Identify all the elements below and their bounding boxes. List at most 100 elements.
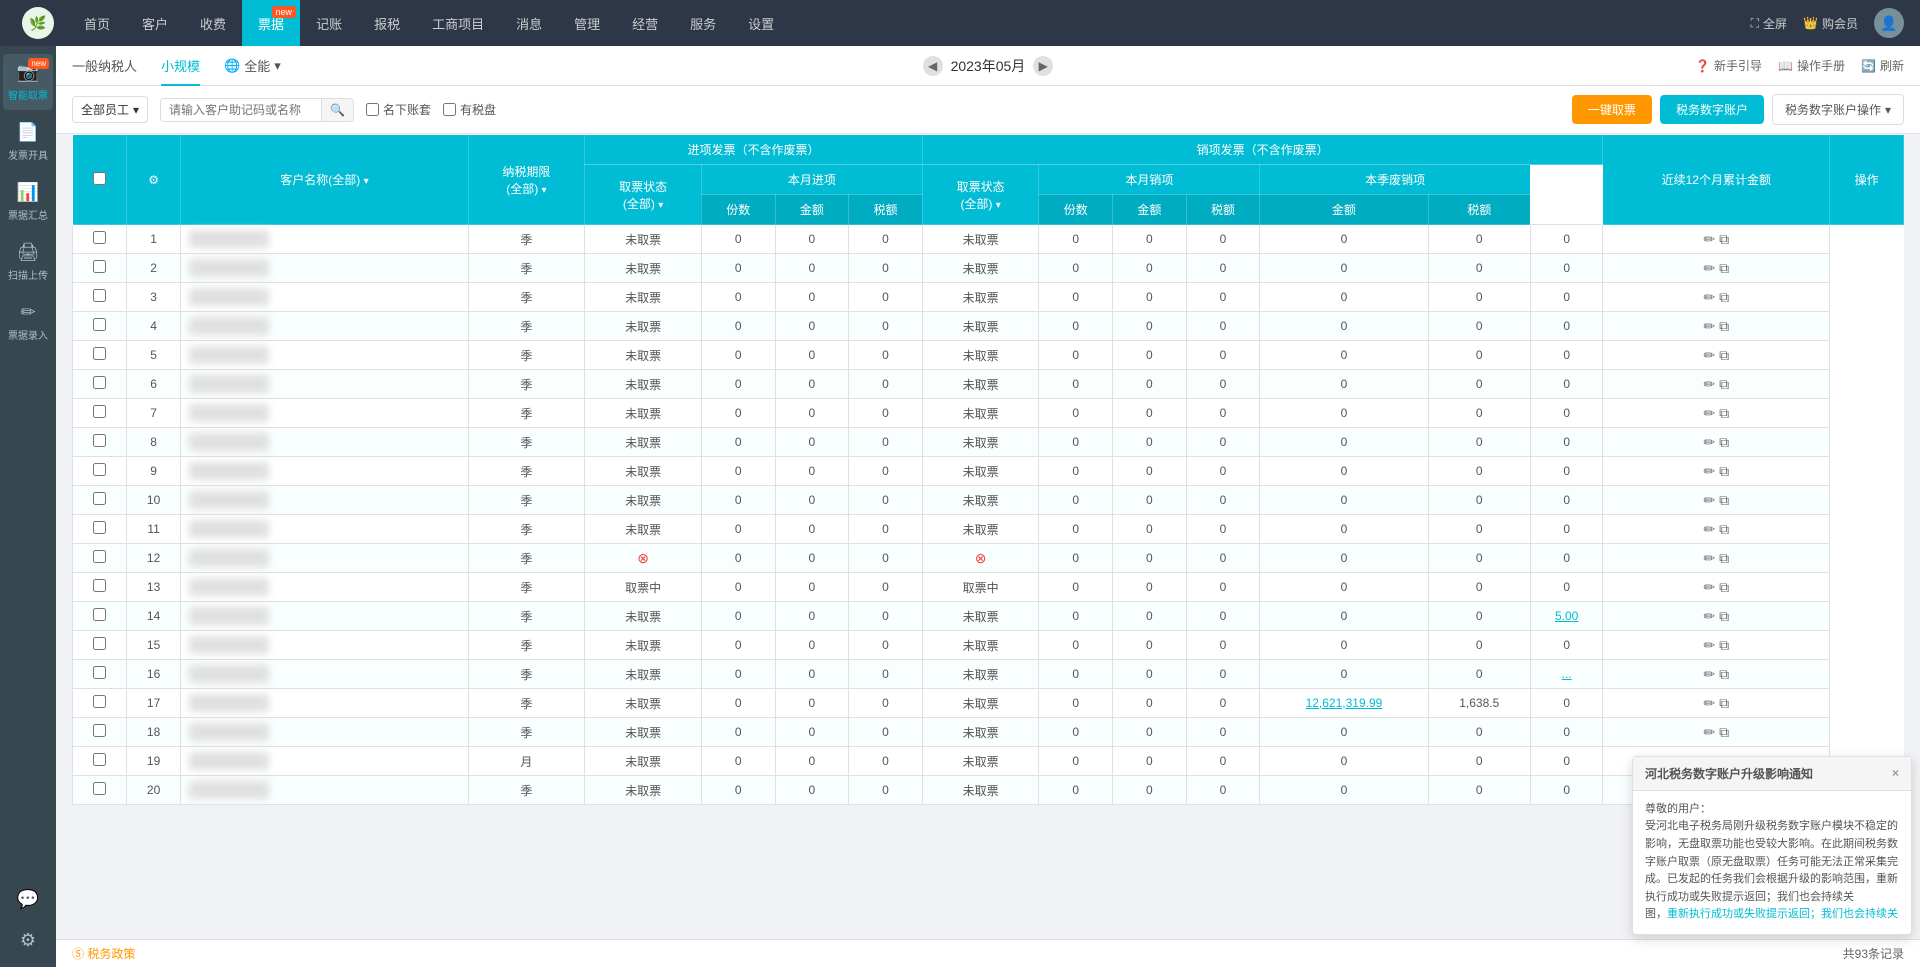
- row-checkbox[interactable]: [93, 434, 106, 447]
- row-checkbox[interactable]: [93, 782, 106, 795]
- row-checkbox-cell[interactable]: [73, 718, 127, 747]
- copy-icon[interactable]: ⧉: [1719, 492, 1729, 509]
- nav-item-fee[interactable]: 收费: [184, 0, 242, 46]
- nav-item-tax[interactable]: 报税: [358, 0, 416, 46]
- nav-item-bookkeeping[interactable]: 记账: [300, 0, 358, 46]
- select-all-checkbox[interactable]: [93, 172, 106, 185]
- nav-item-ticket[interactable]: 票据 new: [242, 0, 300, 46]
- copy-icon[interactable]: ⧉: [1719, 347, 1729, 364]
- digital-tax-ops-btn[interactable]: 税务数字账户操作 ▾: [1772, 94, 1904, 125]
- edit-icon[interactable]: ✏: [1703, 463, 1715, 480]
- tax-policy-link[interactable]: ⑤ 税务政策: [72, 940, 135, 967]
- copy-icon[interactable]: ⧉: [1719, 463, 1729, 480]
- edit-icon[interactable]: ✏: [1703, 637, 1715, 654]
- row-checkbox[interactable]: [93, 289, 106, 302]
- edit-icon[interactable]: ✏: [1703, 289, 1715, 306]
- copy-icon[interactable]: ⧉: [1719, 521, 1729, 538]
- row-checkbox-cell[interactable]: [73, 283, 127, 312]
- th-in-status[interactable]: 取票状态(全部) ▾: [585, 165, 702, 225]
- nav-item-operation[interactable]: 经营: [616, 0, 674, 46]
- one-click-ticket-btn[interactable]: 一键取票: [1572, 95, 1652, 124]
- row-checkbox[interactable]: [93, 724, 106, 737]
- avatar[interactable]: 👤: [1874, 8, 1904, 38]
- sidebar-item-invoice-open[interactable]: 📄 发票开具: [3, 114, 53, 170]
- copy-icon[interactable]: ⧉: [1719, 405, 1729, 422]
- tab-small-scale[interactable]: 小规模: [161, 46, 200, 86]
- row-checkbox-cell[interactable]: [73, 776, 127, 805]
- edit-icon[interactable]: ✏: [1703, 579, 1715, 596]
- row-checkbox[interactable]: [93, 376, 106, 389]
- nav-item-home[interactable]: 首页: [68, 0, 126, 46]
- edit-icon[interactable]: ✏: [1703, 724, 1715, 741]
- digital-tax-btn[interactable]: 税务数字账户: [1660, 95, 1764, 124]
- nav-item-settings[interactable]: 设置: [732, 0, 790, 46]
- sidebar-item-invoice-entry[interactable]: ✏ 票据录入: [3, 294, 53, 350]
- row-checkbox-cell[interactable]: [73, 544, 127, 573]
- row-checkbox-cell[interactable]: [73, 689, 127, 718]
- copy-icon[interactable]: ⧉: [1719, 724, 1729, 741]
- edit-icon[interactable]: ✏: [1703, 521, 1715, 538]
- row-checkbox[interactable]: [93, 579, 106, 592]
- row-checkbox-cell[interactable]: [73, 457, 127, 486]
- edit-icon[interactable]: ✏: [1703, 608, 1715, 625]
- row-checkbox[interactable]: [93, 521, 106, 534]
- copy-icon[interactable]: ⧉: [1719, 260, 1729, 277]
- copy-icon[interactable]: ⧉: [1719, 231, 1729, 248]
- row-checkbox-cell[interactable]: [73, 602, 127, 631]
- copy-icon[interactable]: ⧉: [1719, 608, 1729, 625]
- row-checkbox[interactable]: [93, 608, 106, 621]
- th-out-status[interactable]: 取票状态(全部) ▾: [922, 165, 1039, 225]
- row-checkbox[interactable]: [93, 347, 106, 360]
- tab-all[interactable]: 🌐 全能 ▾: [224, 46, 281, 86]
- edit-icon[interactable]: ✏: [1703, 318, 1715, 335]
- th-checkbox[interactable]: [73, 135, 127, 225]
- row-checkbox-cell[interactable]: [73, 515, 127, 544]
- taxpad-checkbox[interactable]: [443, 103, 456, 116]
- row-checkbox[interactable]: [93, 492, 106, 505]
- sidebar-item-scan-upload[interactable]: 🖨 扫描上传: [3, 234, 53, 290]
- row-checkbox-cell[interactable]: [73, 631, 127, 660]
- row-checkbox[interactable]: [93, 463, 106, 476]
- row-checkbox-cell[interactable]: [73, 312, 127, 341]
- new-guide-btn[interactable]: ❓ 新手引导: [1695, 57, 1762, 74]
- checkbox-accounts[interactable]: 名下账套: [366, 101, 431, 118]
- copy-icon[interactable]: ⧉: [1719, 289, 1729, 306]
- sidebar-item-smart-ticket[interactable]: new 📷 智能取票: [3, 54, 53, 110]
- manual-btn[interactable]: 📖 操作手册: [1778, 57, 1845, 74]
- nav-item-admin[interactable]: 管理: [558, 0, 616, 46]
- copy-icon[interactable]: ⧉: [1719, 695, 1729, 712]
- row-checkbox-cell[interactable]: [73, 254, 127, 283]
- row-checkbox-cell[interactable]: [73, 341, 127, 370]
- copy-icon[interactable]: ⧉: [1719, 579, 1729, 596]
- nav-item-service[interactable]: 服务: [674, 0, 732, 46]
- next-month-btn[interactable]: ▶: [1033, 56, 1053, 76]
- sidebar-item-invoice-summary[interactable]: 📊 票据汇总: [3, 174, 53, 230]
- edit-icon[interactable]: ✏: [1703, 347, 1715, 364]
- nav-item-business[interactable]: 工商项目: [416, 0, 500, 46]
- edit-icon[interactable]: ✏: [1703, 260, 1715, 277]
- row-checkbox-cell[interactable]: [73, 428, 127, 457]
- member-btn[interactable]: 👑 购会员: [1803, 15, 1858, 32]
- row-checkbox[interactable]: [93, 231, 106, 244]
- row-checkbox-cell[interactable]: [73, 486, 127, 515]
- edit-icon[interactable]: ✏: [1703, 405, 1715, 422]
- prev-month-btn[interactable]: ◀: [923, 56, 943, 76]
- tab-general-taxpayer[interactable]: 一般纳税人: [72, 46, 137, 86]
- copy-icon[interactable]: ⧉: [1719, 666, 1729, 683]
- checkbox-taxpad[interactable]: 有税盘: [443, 101, 496, 118]
- search-button[interactable]: 🔍: [321, 99, 353, 121]
- copy-icon[interactable]: ⧉: [1719, 637, 1729, 654]
- row-checkbox-cell[interactable]: [73, 370, 127, 399]
- row-checkbox[interactable]: [93, 260, 106, 273]
- row-checkbox[interactable]: [93, 753, 106, 766]
- edit-icon[interactable]: ✏: [1703, 666, 1715, 683]
- refresh-btn[interactable]: 🔄 刷新: [1861, 57, 1904, 74]
- row-checkbox-cell[interactable]: [73, 660, 127, 689]
- nav-item-message[interactable]: 消息: [500, 0, 558, 46]
- sidebar-item-gear[interactable]: ⚙: [3, 922, 53, 959]
- row-checkbox[interactable]: [93, 695, 106, 708]
- copy-icon[interactable]: ⧉: [1719, 376, 1729, 393]
- copy-icon[interactable]: ⧉: [1719, 550, 1729, 567]
- row-checkbox[interactable]: [93, 637, 106, 650]
- notification-close-btn[interactable]: ×: [1892, 766, 1899, 780]
